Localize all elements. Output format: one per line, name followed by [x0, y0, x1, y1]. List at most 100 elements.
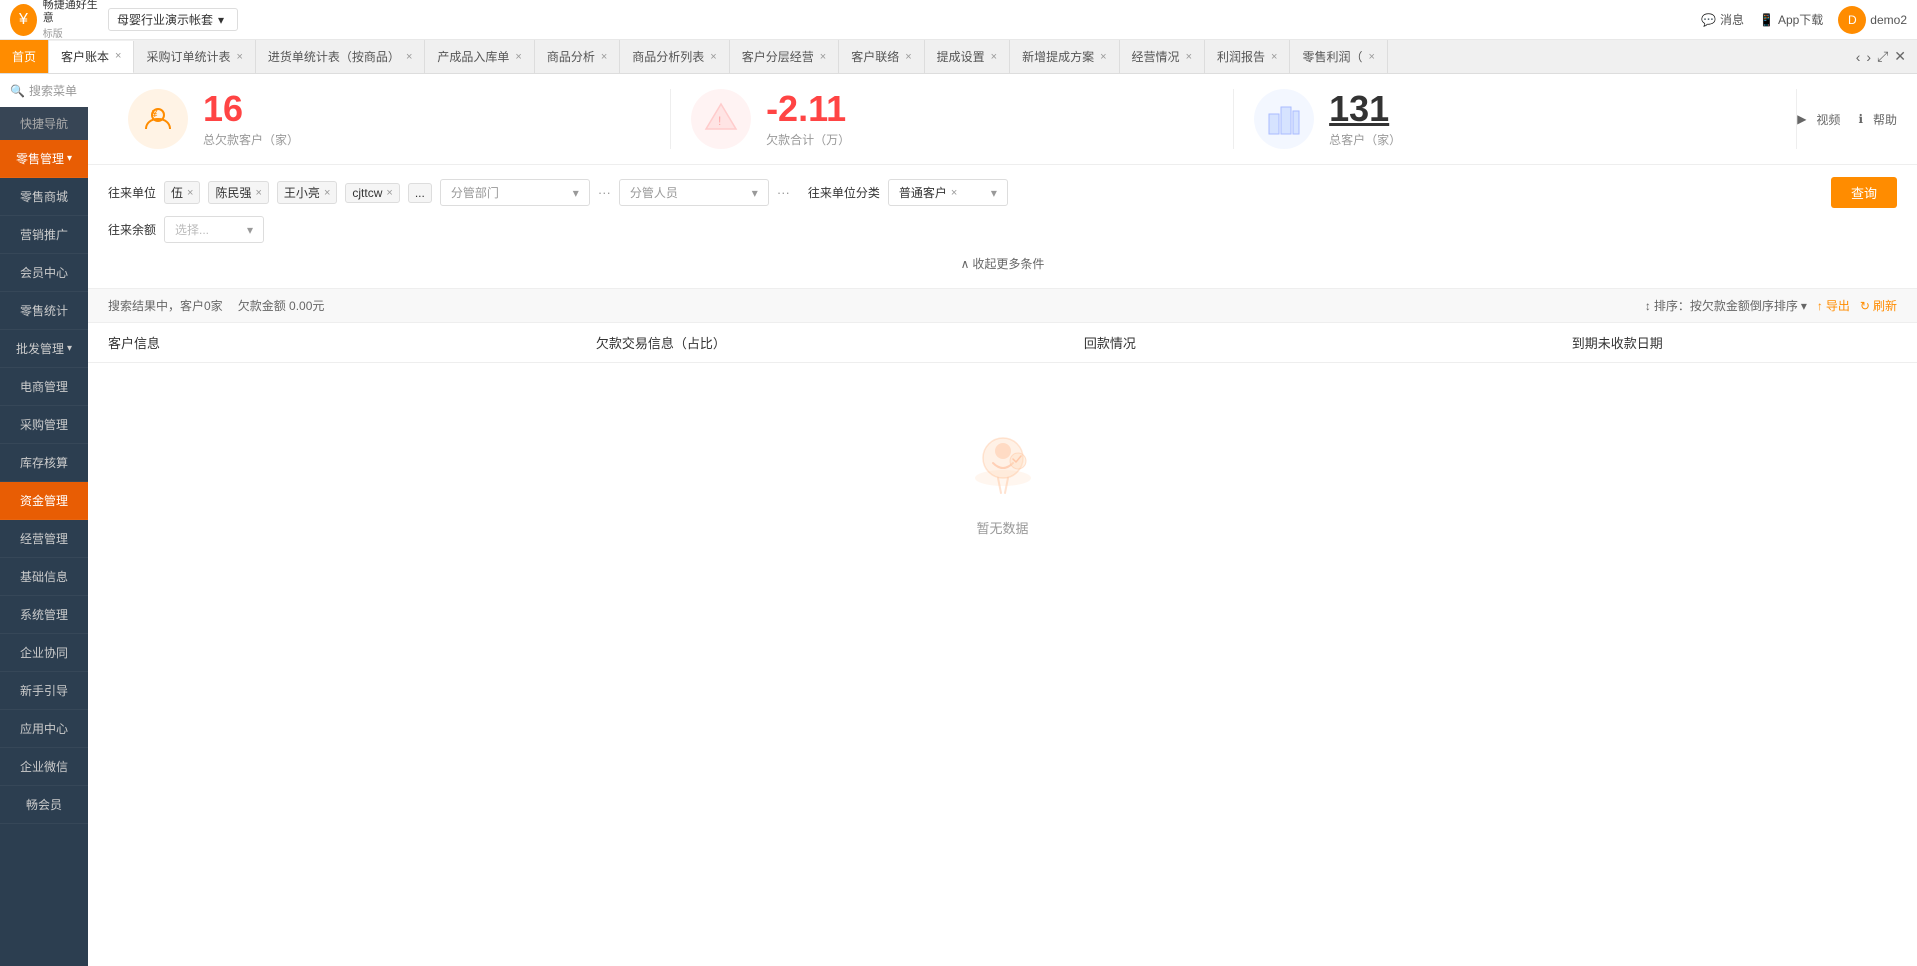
message-button[interactable]: 💬 消息: [1701, 11, 1744, 28]
sidebar-item-ecommerce-mgmt[interactable]: 电商管理: [0, 368, 88, 406]
tab-profit-report[interactable]: 利润报告 ×: [1205, 40, 1290, 73]
tab-profit-report-close[interactable]: ×: [1271, 51, 1277, 63]
tab-promotion-settings-close[interactable]: ×: [991, 51, 997, 63]
video-icon: ▶: [1797, 112, 1806, 126]
refresh-button[interactable]: ↻ 刷新: [1860, 297, 1897, 314]
sidebar-item-retail-mall[interactable]: 零售商城: [0, 178, 88, 216]
unit-category-close[interactable]: ×: [951, 187, 957, 199]
tab-retail-profit-close[interactable]: ×: [1368, 51, 1374, 63]
tab-retail-profit[interactable]: 零售利润（ ×: [1290, 40, 1387, 73]
sidebar-item-retail-stats[interactable]: 零售统计: [0, 292, 88, 330]
logo-area: ¥ 畅捷通好生意 标版: [10, 0, 98, 40]
account-selector[interactable]: 母婴行业演示帐套 ▾: [108, 8, 238, 31]
help-label[interactable]: 帮助: [1873, 111, 1897, 128]
sidebar-item-wholesale-mgmt[interactable]: 批发管理 ▾: [0, 330, 88, 368]
sidebar-search[interactable]: 🔍 搜索菜单: [0, 74, 88, 107]
filter-tag-cjttcw-close[interactable]: ×: [386, 187, 392, 199]
sidebar-item-operations-mgmt-label: 经营管理: [20, 532, 68, 546]
sort-selector[interactable]: ↕ 排序：按欠款金额倒序排序 ▾: [1645, 297, 1807, 314]
tab-operations-close[interactable]: ×: [1186, 51, 1192, 63]
tab-maximize-icon[interactable]: ⤢: [1877, 48, 1888, 65]
tab-goods-analysis-list[interactable]: 商品分析列表 ×: [620, 40, 729, 73]
person-more-icon[interactable]: ···: [777, 185, 790, 200]
sidebar-search-label: 搜索菜单: [29, 82, 77, 99]
sidebar-item-basic-info[interactable]: 基础信息: [0, 558, 88, 596]
unit-category-arrow: ▾: [991, 186, 997, 200]
sidebar-item-capital-mgmt[interactable]: 资金管理: [0, 482, 88, 520]
tab-new-promotion-close[interactable]: ×: [1100, 51, 1106, 63]
tab-new-promotion[interactable]: 新增提成方案 ×: [1010, 40, 1119, 73]
balance-dropdown[interactable]: 选择... ▾: [164, 216, 264, 243]
tab-customers-close[interactable]: ×: [115, 50, 121, 62]
tab-stock-stats[interactable]: 进货单统计表（按商品） ×: [256, 40, 425, 73]
sidebar-item-vip-member[interactable]: 畅会员: [0, 786, 88, 824]
sidebar-item-marketing[interactable]: 营销推广: [0, 216, 88, 254]
tab-stock-stats-close[interactable]: ×: [406, 51, 412, 63]
unit-category-label: 往来单位分类: [808, 184, 880, 201]
table-header: 客户信息 欠款交易信息（占比） 回款情况 到期未收款日期: [88, 323, 1917, 363]
message-icon: 💬: [1701, 13, 1716, 27]
help-icon: ℹ: [1858, 112, 1863, 126]
tab-products-in-close[interactable]: ×: [515, 51, 521, 63]
tab-purchase-orders-close[interactable]: ×: [236, 51, 242, 63]
sidebar-quick-nav[interactable]: 快捷导航: [0, 107, 88, 140]
collapse-button[interactable]: ∧ 收起更多条件: [108, 251, 1897, 276]
tab-close-all-icon[interactable]: ✕: [1894, 48, 1906, 65]
tab-products-in[interactable]: 产成品入库单 ×: [425, 40, 534, 73]
sidebar-item-member-center[interactable]: 会员中心: [0, 254, 88, 292]
sidebar-item-vip-member-label: 畅会员: [26, 798, 62, 812]
balance-label: 往来余额: [108, 221, 156, 238]
tab-retail-profit-label: 零售利润（: [1302, 48, 1362, 65]
sidebar-item-enterprise-agreement[interactable]: 企业协同: [0, 634, 88, 672]
sidebar-item-app-center[interactable]: 应用中心: [0, 710, 88, 748]
filter-tag-chen-text: 陈民强: [215, 184, 251, 201]
sort-label: 排序：按欠款金额倒序排序: [1654, 297, 1798, 314]
filter-tag-chen-close[interactable]: ×: [255, 187, 261, 199]
filter-tag-wu-close[interactable]: ×: [187, 187, 193, 199]
sidebar-item-operations-mgmt[interactable]: 经营管理: [0, 520, 88, 558]
tab-customer-connect[interactable]: 客户联络 ×: [839, 40, 924, 73]
filter-tag-more[interactable]: ...: [408, 183, 432, 203]
tab-home[interactable]: 首页: [0, 40, 49, 73]
user-profile[interactable]: D demo2: [1838, 6, 1907, 34]
tab-goods-analysis-list-close[interactable]: ×: [710, 51, 716, 63]
stat-credit-customers-label: 总欠款客户（家）: [203, 131, 299, 148]
dept-dropdown-arrow: ▾: [573, 186, 579, 200]
sidebar-item-retail-mgmt[interactable]: 零售管理 ▾: [0, 140, 88, 178]
sidebar-item-enterprise-wechat[interactable]: 企业微信: [0, 748, 88, 786]
tab-operations[interactable]: 经营情况 ×: [1120, 40, 1205, 73]
sidebar-item-retail-mgmt-label: 零售管理: [16, 150, 64, 167]
sidebar-item-system-mgmt[interactable]: 系统管理: [0, 596, 88, 634]
export-button[interactable]: ↑ 导出: [1817, 297, 1850, 314]
stat-credit-customers-content: 16 总欠款客户（家）: [203, 91, 299, 148]
dept-dropdown[interactable]: 分管部门 ▾: [440, 179, 590, 206]
app-download-button[interactable]: 📱 App下载: [1759, 11, 1823, 28]
sidebar-item-inventory-check-label: 库存核算: [20, 456, 68, 470]
sidebar-item-marketing-label: 营销推广: [20, 228, 68, 242]
tab-goods-analysis-close[interactable]: ×: [601, 51, 607, 63]
export-label: 导出: [1826, 297, 1850, 314]
query-button[interactable]: 查询: [1831, 177, 1897, 208]
export-icon: ↑: [1817, 299, 1823, 313]
sidebar-item-new-guide[interactable]: 新手引导: [0, 672, 88, 710]
dept-more-icon[interactable]: ···: [598, 185, 611, 200]
sidebar-item-inventory-check[interactable]: 库存核算: [0, 444, 88, 482]
avatar: D: [1838, 6, 1866, 34]
person-dropdown[interactable]: 分管人员 ▾: [619, 179, 769, 206]
sidebar-item-retail-stats-label: 零售统计: [20, 304, 68, 318]
tab-next-icon[interactable]: ›: [1866, 49, 1871, 65]
tab-promotion-settings[interactable]: 提成设置 ×: [925, 40, 1010, 73]
tab-customer-connect-close[interactable]: ×: [905, 51, 911, 63]
tab-customer-tier[interactable]: 客户分层经营 ×: [730, 40, 839, 73]
video-label[interactable]: 视频: [1816, 111, 1840, 128]
tab-prev-icon[interactable]: ‹: [1856, 49, 1861, 65]
tab-customer-tier-close[interactable]: ×: [820, 51, 826, 63]
filter-tag-wang: 王小亮 ×: [277, 181, 337, 204]
stat-total-customers-content: 131 总客户（家）: [1329, 91, 1401, 148]
tab-customers[interactable]: 客户账本 ×: [49, 41, 134, 74]
tab-purchase-orders[interactable]: 采购订单统计表 ×: [134, 40, 255, 73]
unit-category-dropdown[interactable]: 普通客户 × ▾: [888, 179, 1008, 206]
filter-tag-wang-close[interactable]: ×: [324, 187, 330, 199]
sidebar-item-purchase-mgmt[interactable]: 采购管理: [0, 406, 88, 444]
tab-goods-analysis[interactable]: 商品分析 ×: [535, 40, 620, 73]
